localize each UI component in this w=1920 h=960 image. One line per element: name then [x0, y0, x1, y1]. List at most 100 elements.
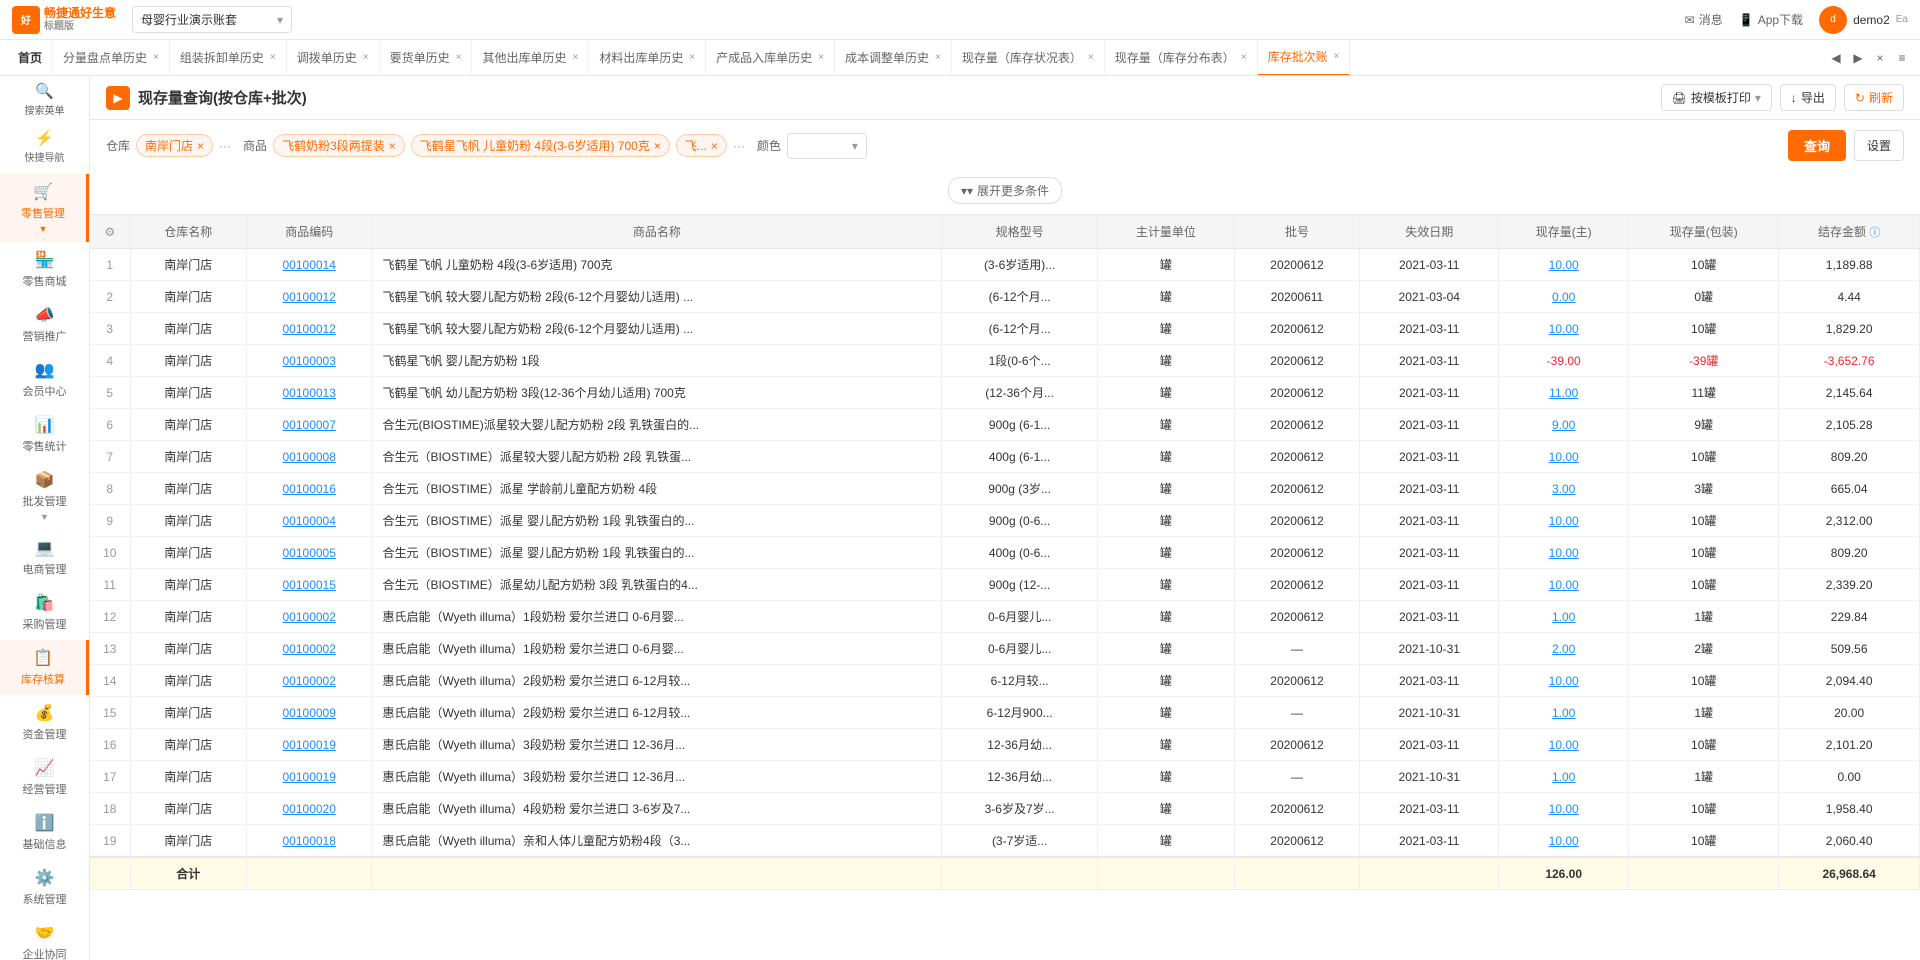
row-qty[interactable]: 10.00: [1499, 537, 1629, 569]
tab-yaohuo[interactable]: 要货单历史 ×: [380, 40, 473, 76]
expand-conditions-button[interactable]: ▾▾ 展开更多条件: [948, 177, 1062, 204]
close-icon[interactable]: ×: [818, 52, 824, 63]
sidebar-item-finance[interactable]: 💰 资金管理: [0, 695, 89, 750]
nav-close-icon[interactable]: ×: [1870, 48, 1890, 68]
tab-xiancunlkufb[interactable]: 现存量（库存分布表）×: [1105, 40, 1258, 76]
page-header: ▶ 现存量查询(按仓库+批次) 🖨 按模板打印 ▾ ↓ 导出 ↻ 刷新: [90, 76, 1920, 120]
warehouse-tag[interactable]: 南岸门店 ×: [136, 134, 213, 157]
footer-label: 合计: [130, 857, 246, 890]
close-icon[interactable]: ×: [363, 52, 369, 63]
remove-warehouse-icon[interactable]: ×: [197, 139, 204, 153]
message-button[interactable]: ✉ 消息: [1685, 11, 1723, 28]
sidebar-item-retail-mgmt[interactable]: 🛒 零售管理 ▼: [0, 174, 89, 242]
tab-diaobodanls[interactable]: 调拨单历史 ×: [287, 40, 380, 76]
th-qty-pkg: 现存量(包装): [1629, 215, 1779, 249]
row-qty[interactable]: 9.00: [1499, 409, 1629, 441]
close-icon[interactable]: ×: [1088, 52, 1094, 63]
row-qty[interactable]: 1.00: [1499, 761, 1629, 793]
close-icon[interactable]: ×: [456, 52, 462, 63]
close-icon[interactable]: ×: [1334, 51, 1340, 62]
product-more[interactable]: ···: [733, 139, 745, 153]
row-qty[interactable]: 10.00: [1499, 825, 1629, 858]
sidebar-item-operations[interactable]: 📈 经营管理: [0, 750, 89, 805]
row-qty[interactable]: 3.00: [1499, 473, 1629, 505]
row-qty[interactable]: 10.00: [1499, 441, 1629, 473]
sidebar-item-retail-stats[interactable]: 📊 零售统计: [0, 407, 89, 462]
row-qty[interactable]: 10.00: [1499, 313, 1629, 345]
close-icon[interactable]: ×: [1241, 52, 1247, 63]
row-spec: 1段(0-6个...: [942, 345, 1098, 377]
tab-home[interactable]: 首页: [8, 40, 53, 76]
expand-filter-button[interactable]: ▶: [106, 86, 130, 110]
print-button[interactable]: 🖨 按模板打印 ▾: [1661, 84, 1772, 111]
chevron-down-icon: ▾: [852, 139, 858, 153]
row-unit: 罐: [1098, 281, 1235, 313]
settings-button[interactable]: 设置: [1854, 130, 1904, 161]
close-icon[interactable]: ×: [572, 52, 578, 63]
product-tag-1[interactable]: 飞鹤奶粉3段两提装 ×: [273, 134, 405, 157]
row-qty[interactable]: 11.00: [1499, 377, 1629, 409]
user-menu[interactable]: d demo2 Ea: [1819, 6, 1908, 34]
table-row: 17 南岸门店 00100019 惠氏启能（Wyeth illuma）3段奶粉 …: [90, 761, 1920, 793]
nav-menu-icon[interactable]: ≡: [1892, 48, 1912, 68]
row-pkg: 2罐: [1629, 633, 1779, 665]
nav-left-arrow[interactable]: ◀: [1826, 48, 1846, 68]
th-batch: 批号: [1234, 215, 1360, 249]
nav-right-arrow[interactable]: ▶: [1848, 48, 1868, 68]
row-qty[interactable]: 10.00: [1499, 249, 1629, 281]
export-button[interactable]: ↓ 导出: [1780, 84, 1836, 111]
remove-product1-icon[interactable]: ×: [389, 139, 396, 153]
table-row: 12 南岸门店 00100002 惠氏启能（Wyeth illuma）1段奶粉 …: [90, 601, 1920, 633]
sidebar-item-ecommerce[interactable]: 💻 电商管理: [0, 530, 89, 585]
row-qty[interactable]: 10.00: [1499, 665, 1629, 697]
row-expire: 2021-03-04: [1360, 281, 1499, 313]
tab-kucunpici[interactable]: 库存批次账 ×: [1258, 40, 1351, 76]
row-qty[interactable]: 10.00: [1499, 729, 1629, 761]
tab-cailiao[interactable]: 材料出库单历史 ×: [589, 40, 706, 76]
close-icon[interactable]: ×: [153, 52, 159, 63]
tab-chanchengpin[interactable]: 产成品入库单历史 ×: [706, 40, 835, 76]
sidebar-search[interactable]: 🔍 搜索英单: [0, 76, 89, 123]
sidebar-item-system[interactable]: ⚙️ 系统管理: [0, 860, 89, 915]
th-settings[interactable]: ⚙: [90, 215, 130, 249]
sidebar-item-marketing[interactable]: 📣 营销推广: [0, 297, 89, 352]
app-download-button[interactable]: 📱 App下载: [1739, 11, 1803, 28]
sidebar-item-wholesale[interactable]: 📦 批发管理 ▼: [0, 462, 89, 530]
tab-chengbentiaoz[interactable]: 成本调整单历史 ×: [835, 40, 952, 76]
store-selector[interactable]: 母婴行业演示账套 ▾: [132, 6, 292, 33]
tab-qitachuku[interactable]: 其他出库单历史 ×: [472, 40, 589, 76]
row-qty[interactable]: 10.00: [1499, 505, 1629, 537]
refresh-button[interactable]: ↻ 刷新: [1844, 84, 1904, 111]
remove-product2-icon[interactable]: ×: [654, 139, 661, 153]
sidebar-quick-nav[interactable]: ⚡ 快捷导航: [0, 123, 89, 170]
info-icon[interactable]: ⓘ: [1869, 227, 1880, 239]
tab-xiancunlkuzt[interactable]: 现存量（库存状况表）×: [952, 40, 1105, 76]
remove-product3-icon[interactable]: ×: [711, 139, 718, 153]
close-icon[interactable]: ×: [270, 52, 276, 63]
color-input[interactable]: ▾: [787, 133, 867, 159]
row-qty[interactable]: 2.00: [1499, 633, 1629, 665]
row-qty[interactable]: 10.00: [1499, 793, 1629, 825]
sidebar-item-purchase[interactable]: 🛍️ 采购管理: [0, 585, 89, 640]
row-qty[interactable]: 10.00: [1499, 569, 1629, 601]
sidebar-item-member[interactable]: 👥 会员中心: [0, 352, 89, 407]
row-warehouse: 南岸门店: [130, 761, 246, 793]
query-button[interactable]: 查询: [1788, 130, 1846, 161]
product-tag-2[interactable]: 飞鹤星飞帆 儿童奶粉 4段(3-6岁适用) 700克 ×: [411, 134, 670, 157]
row-qty[interactable]: 1.00: [1499, 697, 1629, 729]
row-qty[interactable]: 1.00: [1499, 601, 1629, 633]
sidebar-item-enterprise[interactable]: 🤝 企业协同: [0, 915, 89, 960]
sidebar-item-basic-info[interactable]: ℹ️ 基础信息: [0, 805, 89, 860]
sidebar-item-inventory[interactable]: 📋 库存核算: [0, 640, 89, 695]
row-num: 16: [90, 729, 130, 761]
row-qty[interactable]: 0.00: [1499, 281, 1629, 313]
close-icon[interactable]: ×: [689, 52, 695, 63]
settings-icon[interactable]: ⚙: [104, 225, 115, 239]
table-row: 16 南岸门店 00100019 惠氏启能（Wyeth illuma）3段奶粉 …: [90, 729, 1920, 761]
sidebar-item-retail-store[interactable]: 🏪 零售商城: [0, 242, 89, 297]
tab-fenliangpandian[interactable]: 分量盘点单历史 ×: [53, 40, 170, 76]
tab-zuzhangchaijian[interactable]: 组装拆卸单历史 ×: [170, 40, 287, 76]
warehouse-more[interactable]: ···: [219, 139, 231, 153]
close-icon[interactable]: ×: [935, 52, 941, 63]
product-tag-3[interactable]: 飞... ×: [676, 134, 727, 157]
